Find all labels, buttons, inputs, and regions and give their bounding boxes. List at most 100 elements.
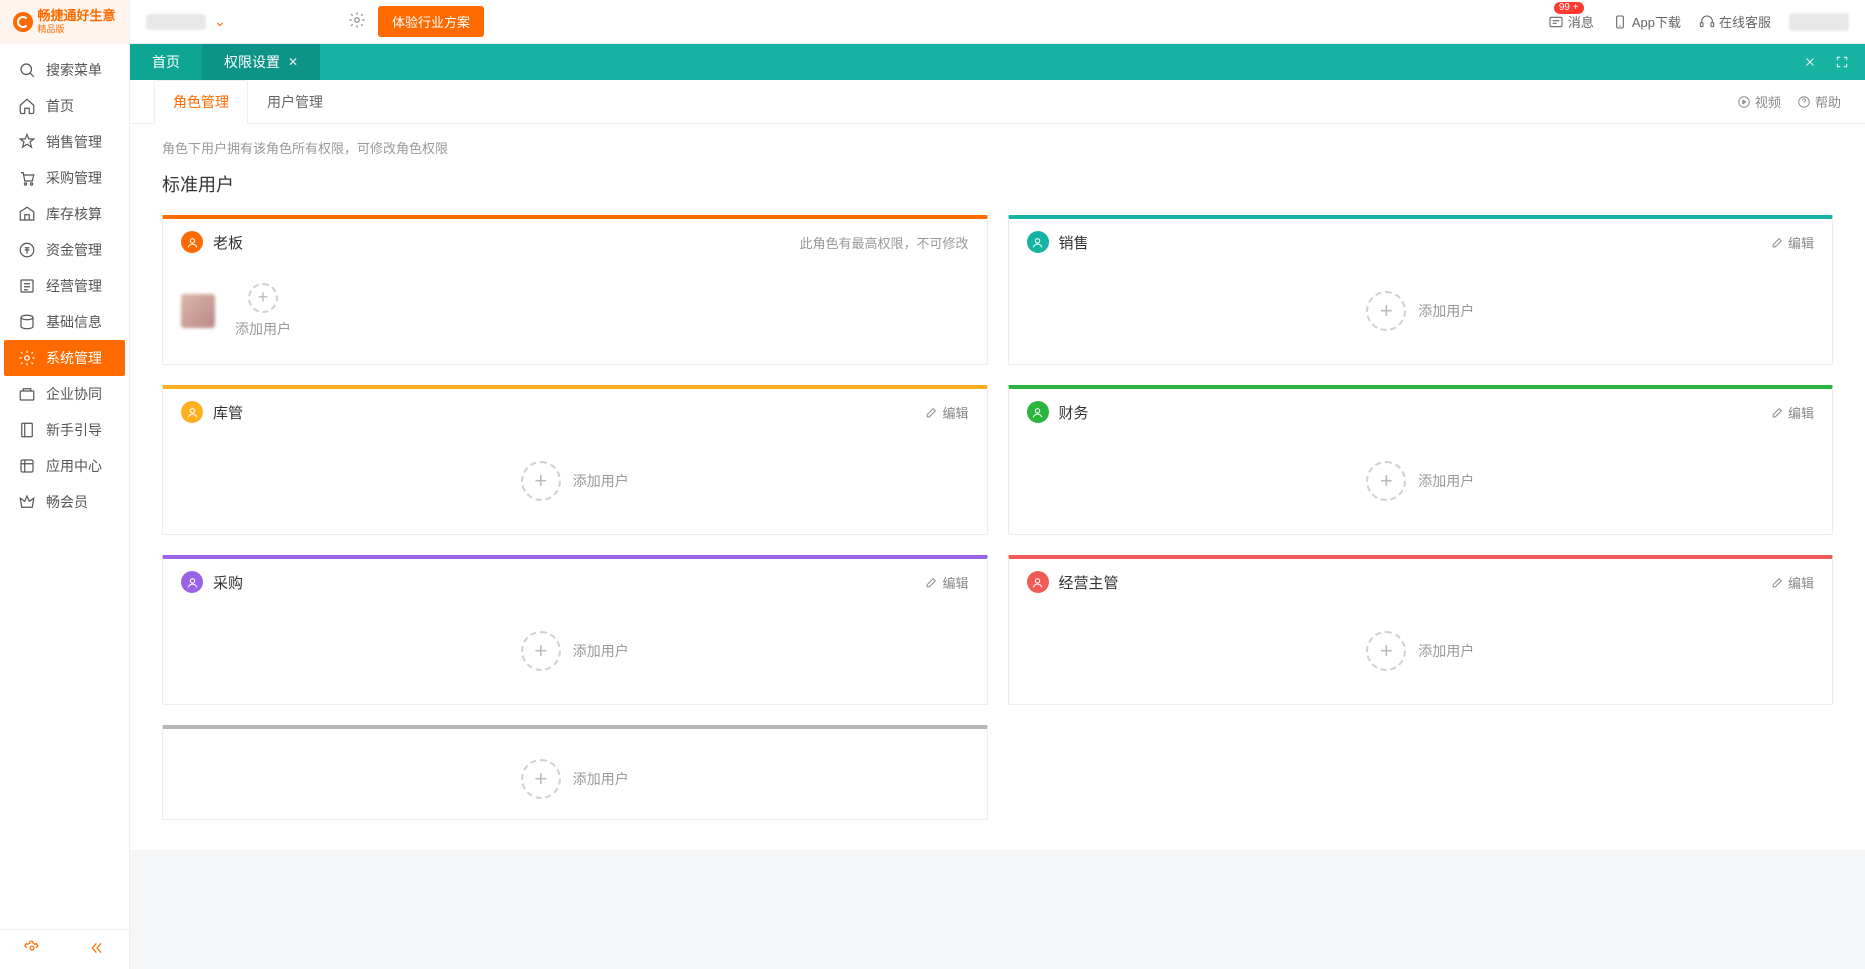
sidebar-item-2[interactable]: 销售管理	[0, 124, 129, 160]
sidebar-item-label: 资金管理	[46, 240, 102, 260]
logo-title: 畅捷通好生意	[37, 9, 115, 22]
topbar: ⌄ 体验行业方案 99 + 消息 App下载 在线客服	[130, 0, 1865, 44]
section-title: 标准用户	[162, 171, 1833, 197]
panel-tab-role[interactable]: 角色管理	[154, 80, 248, 124]
tab-permissions[interactable]: 权限设置 ✕	[202, 44, 320, 80]
role-note: 此角色有最高权限，不可修改	[799, 233, 968, 252]
sidebar-item-label: 销售管理	[46, 132, 102, 152]
edit-button[interactable]: 编辑	[1771, 573, 1814, 592]
gear-icon	[18, 349, 36, 367]
cart-icon	[18, 169, 36, 187]
panel-tab-user[interactable]: 用户管理	[248, 80, 342, 124]
list-icon	[18, 277, 36, 295]
tabstrip: 首页 权限设置 ✕	[130, 44, 1865, 80]
sidebar-item-label: 系统管理	[46, 348, 102, 368]
role-card-4: 采购 编辑 +添加用户	[162, 555, 988, 705]
sidebar-item-7[interactable]: 基础信息	[0, 304, 129, 340]
chevron-down-icon: ⌄	[214, 13, 226, 30]
sidebar-item-9[interactable]: 企业协同	[0, 376, 129, 412]
role-cards-grid: 老板此角色有最高权限，不可修改+添加用户销售编辑+添加用户库管编辑+添加用户财务…	[162, 215, 1833, 820]
sidebar: 畅捷通好生意 精品版 搜索菜单首页销售管理采购管理库存核算资金管理经营管理基础信…	[0, 0, 130, 969]
sidebar-item-label: 畅会员	[46, 492, 88, 512]
company-settings-icon[interactable]	[348, 11, 366, 32]
help-link[interactable]: 帮助	[1797, 92, 1841, 111]
money-icon	[18, 241, 36, 259]
db-icon	[18, 313, 36, 331]
sidebar-item-label: 首页	[46, 96, 74, 116]
sidebar-item-10[interactable]: 新手引导	[0, 412, 129, 448]
sidebar-item-label: 应用中心	[46, 456, 102, 476]
app-download-button[interactable]: App下载	[1612, 12, 1681, 31]
customer-service-button[interactable]: 在线客服	[1699, 12, 1771, 31]
sidebar-item-4[interactable]: 库存核算	[0, 196, 129, 232]
tab-home[interactable]: 首页	[130, 44, 202, 80]
close-icon[interactable]: ✕	[288, 55, 298, 69]
sidebar-item-1[interactable]: 首页	[0, 88, 129, 124]
sidebar-item-11[interactable]: 应用中心	[0, 448, 129, 484]
role-name: 财务	[1059, 402, 1089, 423]
edit-button[interactable]: 编辑	[1771, 233, 1814, 252]
messages-badge: 99 +	[1554, 2, 1584, 14]
add-user-button[interactable]: +添加用户	[521, 759, 629, 799]
messages-label: 消息	[1568, 12, 1594, 31]
sidebar-item-6[interactable]: 经营管理	[0, 268, 129, 304]
edit-button[interactable]: 编辑	[925, 573, 968, 592]
add-user-button[interactable]: +添加用户	[235, 283, 291, 339]
fullscreen-icon[interactable]	[1831, 51, 1853, 73]
stock-icon	[18, 205, 36, 223]
app-icon	[18, 457, 36, 475]
add-user-button[interactable]: +添加用户	[1366, 291, 1474, 331]
add-user-button[interactable]: +添加用户	[1366, 631, 1474, 671]
logo-sub: 精品版	[37, 22, 64, 35]
role-icon	[1027, 401, 1049, 423]
panel-tabs: 角色管理 用户管理 视频 帮助	[130, 80, 1865, 124]
role-card-5: 经营主管 编辑 +添加用户	[1008, 555, 1834, 705]
role-name: 库管	[213, 402, 243, 423]
sidebar-item-3[interactable]: 采购管理	[0, 160, 129, 196]
edit-button[interactable]: 编辑	[925, 403, 968, 422]
link-icon	[18, 385, 36, 403]
top-actions: 99 + 消息 App下载 在线客服	[1548, 12, 1849, 31]
vip-icon	[18, 493, 36, 511]
company-selector[interactable]: ⌄	[146, 13, 336, 30]
role-card-6: +添加用户	[162, 725, 988, 820]
hint-text: 角色下用户拥有该角色所有权限，可修改角色权限	[162, 138, 1833, 157]
edit-button[interactable]: 编辑	[1771, 403, 1814, 422]
user-name-redacted[interactable]	[1789, 13, 1849, 31]
user-avatar[interactable]	[181, 294, 215, 328]
sidebar-item-8[interactable]: 系统管理	[4, 340, 125, 376]
add-user-button[interactable]: +添加用户	[1366, 461, 1474, 501]
sidebar-item-5[interactable]: 资金管理	[0, 232, 129, 268]
content: 角色管理 用户管理 视频 帮助 角色下用户拥有该角色所有权限，可修改角色权限 标…	[130, 80, 1865, 969]
messages-button[interactable]: 99 + 消息	[1548, 12, 1594, 31]
company-name-redacted	[146, 14, 206, 30]
settings-icon[interactable]	[24, 940, 40, 959]
video-link[interactable]: 视频	[1737, 92, 1781, 111]
role-name: 采购	[213, 572, 243, 593]
download-label: App下载	[1632, 12, 1681, 31]
sidebar-item-label: 库存核算	[46, 204, 102, 224]
logo[interactable]: 畅捷通好生意 精品版	[0, 0, 129, 44]
sidebar-item-12[interactable]: 畅会员	[0, 484, 129, 520]
tabstrip-close-icon[interactable]	[1799, 51, 1821, 73]
role-icon	[1027, 231, 1049, 253]
add-user-button[interactable]: +添加用户	[521, 631, 629, 671]
sidebar-item-label: 经营管理	[46, 276, 102, 296]
book-icon	[18, 421, 36, 439]
role-name: 经营主管	[1059, 572, 1119, 593]
role-card-2: 库管 编辑 +添加用户	[162, 385, 988, 535]
role-icon	[1027, 571, 1049, 593]
industry-cta-button[interactable]: 体验行业方案	[378, 6, 484, 37]
add-user-button[interactable]: +添加用户	[521, 461, 629, 501]
role-name: 老板	[213, 232, 243, 253]
role-card-3: 财务 编辑 +添加用户	[1008, 385, 1834, 535]
role-icon	[181, 401, 203, 423]
sidebar-item-label: 搜索菜单	[46, 60, 102, 80]
service-label: 在线客服	[1719, 12, 1771, 31]
sidebar-item-label: 基础信息	[46, 312, 102, 332]
role-icon	[181, 571, 203, 593]
sidebar-item-label: 企业协同	[46, 384, 102, 404]
collapse-icon[interactable]	[89, 940, 105, 959]
sidebar-item-0[interactable]: 搜索菜单	[0, 52, 129, 88]
search-icon	[18, 61, 36, 79]
